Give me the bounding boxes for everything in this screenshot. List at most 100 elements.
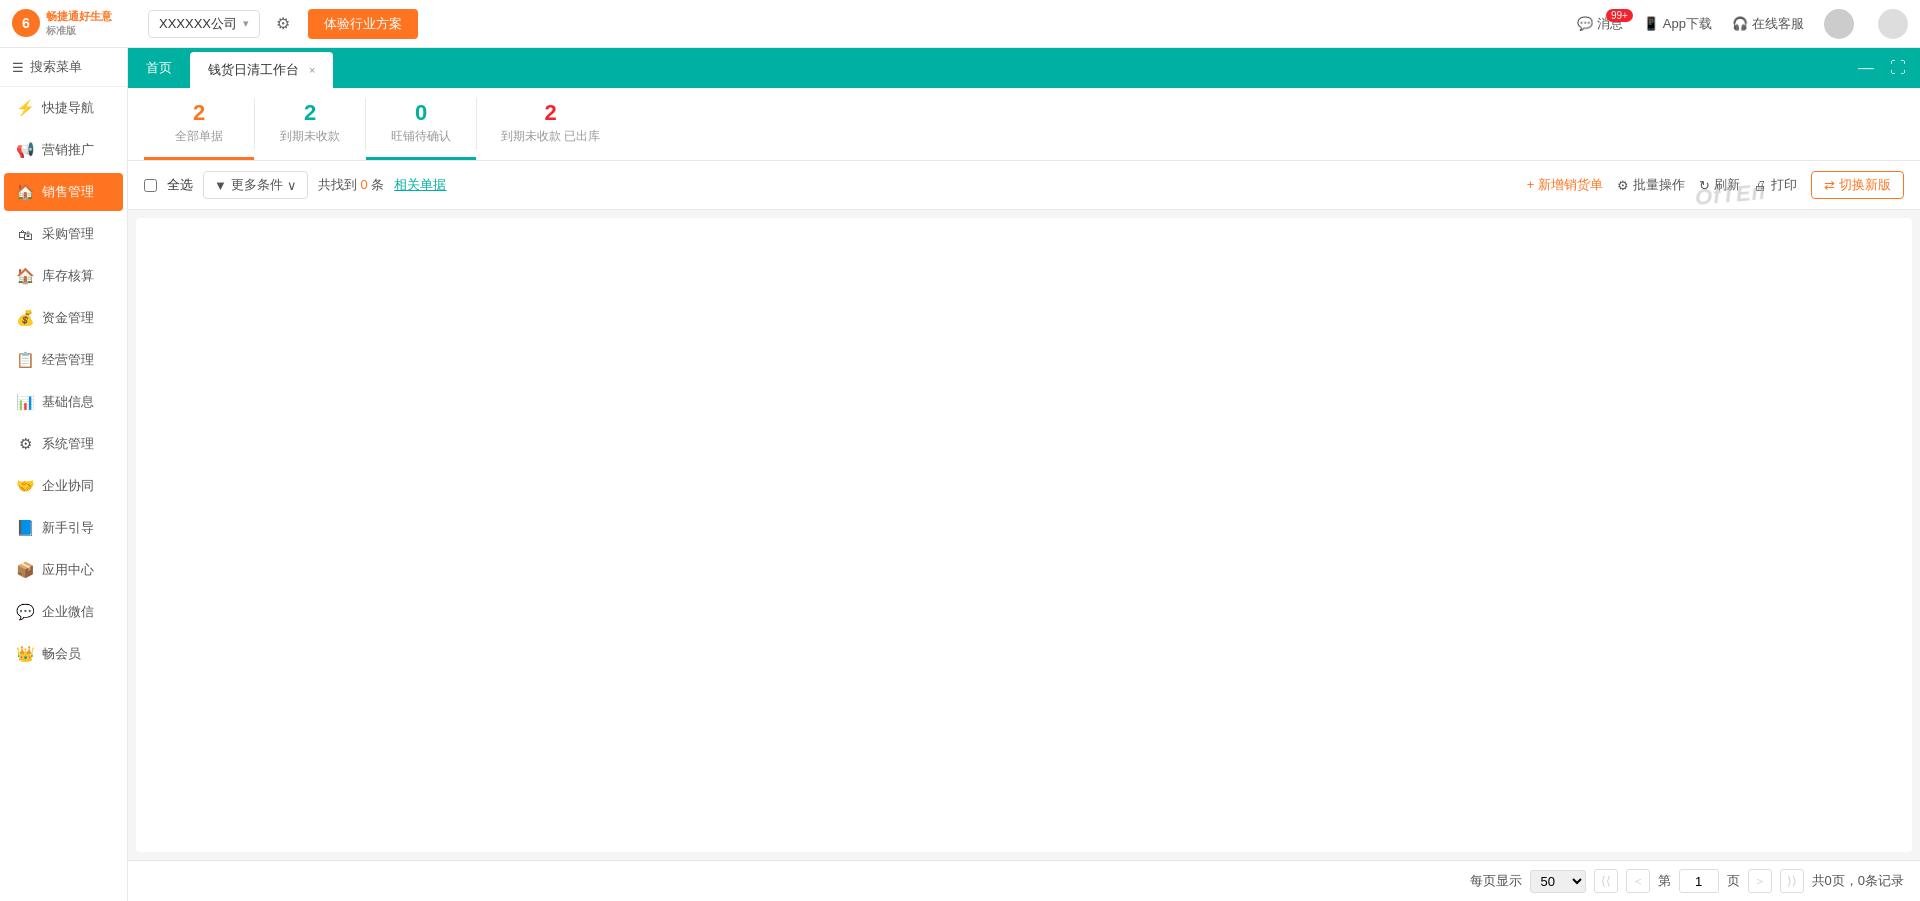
logo-text: 畅捷通好生意	[46, 9, 112, 23]
sidebar-item-cooperation[interactable]: 🤝 企业协同	[4, 467, 123, 505]
batch-icon: ⚙	[1617, 178, 1629, 193]
summary-tab-wangpu[interactable]: 0 旺铺待确认	[366, 88, 476, 160]
related-orders-link[interactable]: 相关单据	[394, 176, 446, 194]
table-area	[136, 218, 1912, 852]
found-count-text: 共找到 0 条	[318, 176, 384, 194]
tab-close-icon[interactable]: ×	[309, 64, 315, 76]
filter-label: 更多条件	[231, 176, 283, 194]
toolbar-left: 全选 ▼ 更多条件 ∨ 共找到 0 条 相关单据	[144, 171, 446, 199]
content: 2 全部单据 2 到期未收款 0 旺铺待确认 2 到期未收款 已出库	[128, 88, 1920, 901]
page-number-input[interactable]	[1679, 869, 1719, 893]
online-service-action[interactable]: 🎧 在线客服	[1732, 15, 1804, 33]
filter-chevron-icon: ∨	[287, 178, 297, 193]
summary-tab-overdue[interactable]: 2 到期未收款	[255, 88, 365, 160]
per-page-label: 每页显示	[1470, 872, 1522, 890]
sidebar-item-label: 销售管理	[42, 183, 94, 201]
page-prev-button[interactable]: ＜	[1626, 869, 1650, 893]
main: 首页 钱货日清工作台 × — ⛶ 2 全部单据 2	[128, 48, 1920, 901]
sidebar-item-system[interactable]: ⚙ 系统管理	[4, 425, 123, 463]
sidebar-item-label: 资金管理	[42, 309, 94, 327]
summary-tab-all[interactable]: 2 全部单据	[144, 88, 254, 160]
sidebar-item-operations[interactable]: 📋 经营管理	[4, 341, 123, 379]
header-right: 💬 消息 99+ 📱 App下载 🎧 在线客服	[1577, 9, 1908, 39]
summary-tabs: 2 全部单据 2 到期未收款 0 旺铺待确认 2 到期未收款 已出库	[128, 88, 1920, 161]
filter-button[interactable]: ▼ 更多条件 ∨	[203, 171, 308, 199]
sidebar-item-quick-nav[interactable]: ⚡ 快捷导航	[4, 89, 123, 127]
app-download-action[interactable]: 📱 App下载	[1643, 15, 1712, 33]
sidebar-item-label: 系统管理	[42, 435, 94, 453]
tab-active-label: 钱货日清工作台	[208, 61, 299, 79]
username-area[interactable]	[1878, 9, 1908, 39]
summary-num-overdue: 2	[304, 100, 316, 126]
summary-label-overdue: 到期未收款	[280, 128, 340, 145]
service-icon: 🎧	[1732, 16, 1748, 31]
page-first-button[interactable]: ⟨⟨	[1594, 869, 1618, 893]
header: 6 畅捷通好生意 标准版 XXXXXX公司 ▾ ⚙ 体验行业方案 💬 消息 99…	[0, 0, 1920, 48]
sidebar-item-inventory[interactable]: 🏠 库存核算	[4, 257, 123, 295]
sidebar-item-guide[interactable]: 📘 新手引导	[4, 509, 123, 547]
sidebar-item-purchase[interactable]: 🛍 采购管理	[4, 215, 123, 253]
tab-bar-actions: — ⛶	[1854, 56, 1920, 80]
sidebar-item-label: 新手引导	[42, 519, 94, 537]
print-button[interactable]: 🖨 打印	[1754, 176, 1797, 194]
new-sale-button[interactable]: + 新增销货单	[1527, 176, 1603, 194]
layout: ☰ 搜索菜单 ⚡ 快捷导航 📢 营销推广 🏠 销售管理 🛍 采购管理 🏠 库存核…	[0, 48, 1920, 901]
messages-action[interactable]: 💬 消息 99+	[1577, 15, 1623, 33]
inventory-icon: 🏠	[16, 267, 34, 285]
refresh-icon: ↻	[1699, 178, 1710, 193]
sidebar: ☰ 搜索菜单 ⚡ 快捷导航 📢 营销推广 🏠 销售管理 🛍 采购管理 🏠 库存核…	[0, 48, 128, 901]
sidebar-item-sales[interactable]: 🏠 销售管理	[4, 173, 123, 211]
switch-version-button[interactable]: ⇄ 切换新版	[1811, 171, 1904, 199]
sidebar-item-label: 畅会员	[42, 645, 81, 663]
filter-icon: ▼	[214, 178, 227, 193]
sidebar-item-finance[interactable]: 💰 资金管理	[4, 299, 123, 337]
trial-button[interactable]: 体验行业方案	[308, 9, 418, 39]
switch-label: 切换新版	[1839, 176, 1891, 194]
print-icon: 🖨	[1754, 178, 1767, 193]
purchase-icon: 🛍	[16, 226, 34, 243]
sidebar-item-marketing[interactable]: 📢 营销推广	[4, 131, 123, 169]
refresh-label: 刷新	[1714, 176, 1740, 194]
refresh-button[interactable]: ↻ 刷新	[1699, 176, 1740, 194]
batch-op-button[interactable]: ⚙ 批量操作	[1617, 176, 1685, 194]
summary-tab-overdue-out[interactable]: 2 到期未收款 已出库	[477, 88, 624, 160]
found-prefix: 共找到	[318, 177, 357, 192]
app-center-icon: 📦	[16, 561, 34, 579]
summary-num-overdue-out: 2	[545, 100, 557, 126]
page-last-button[interactable]: ⟩⟩	[1780, 869, 1804, 893]
select-all-checkbox[interactable]	[144, 179, 157, 192]
sidebar-item-app-center[interactable]: 📦 应用中心	[4, 551, 123, 589]
summary-label-overdue-out: 到期未收款 已出库	[501, 128, 600, 145]
company-selector[interactable]: XXXXXX公司 ▾	[148, 10, 260, 38]
online-service-label: 在线客服	[1752, 15, 1804, 33]
tab-minimize-button[interactable]: —	[1854, 56, 1878, 80]
new-sale-label: + 新增销货单	[1527, 176, 1603, 194]
app-download-icon: 📱	[1643, 16, 1659, 31]
avatar[interactable]	[1824, 9, 1854, 39]
tab-home[interactable]: 首页	[128, 48, 190, 88]
page-label: 第	[1658, 872, 1671, 890]
page-next-button[interactable]: ＞	[1748, 869, 1772, 893]
total-info: 共0页，0条记录	[1812, 872, 1904, 890]
summary-label-all: 全部单据	[175, 128, 223, 145]
toolbar: 全选 ▼ 更多条件 ∨ 共找到 0 条 相关单据 + 新增销	[128, 161, 1920, 210]
sidebar-item-label: 营销推广	[42, 141, 94, 159]
per-page-select[interactable]: 50 100 200	[1530, 870, 1586, 893]
settings-icon[interactable]: ⚙	[268, 9, 298, 39]
sidebar-item-label: 库存核算	[42, 267, 94, 285]
tab-active[interactable]: 钱货日清工作台 ×	[190, 52, 333, 88]
tab-maximize-button[interactable]: ⛶	[1886, 56, 1910, 80]
sidebar-item-label: 采购管理	[42, 225, 94, 243]
batch-label: 批量操作	[1633, 176, 1685, 194]
sidebar-item-member[interactable]: 👑 畅会员	[4, 635, 123, 673]
sidebar-search[interactable]: ☰ 搜索菜单	[0, 48, 127, 87]
sidebar-item-wechat[interactable]: 💬 企业微信	[4, 593, 123, 631]
member-icon: 👑	[16, 645, 34, 663]
search-label: 搜索菜单	[30, 58, 82, 76]
company-name: XXXXXX公司	[159, 15, 237, 33]
toolbar-right: + 新增销货单 ⚙ 批量操作 ↻ 刷新 🖨 打印	[1527, 171, 1904, 199]
found-number: 0	[361, 177, 368, 192]
sidebar-item-basic-info[interactable]: 📊 基础信息	[4, 383, 123, 421]
message-icon: 💬	[1577, 16, 1593, 31]
logo-icon: 6	[12, 9, 40, 37]
